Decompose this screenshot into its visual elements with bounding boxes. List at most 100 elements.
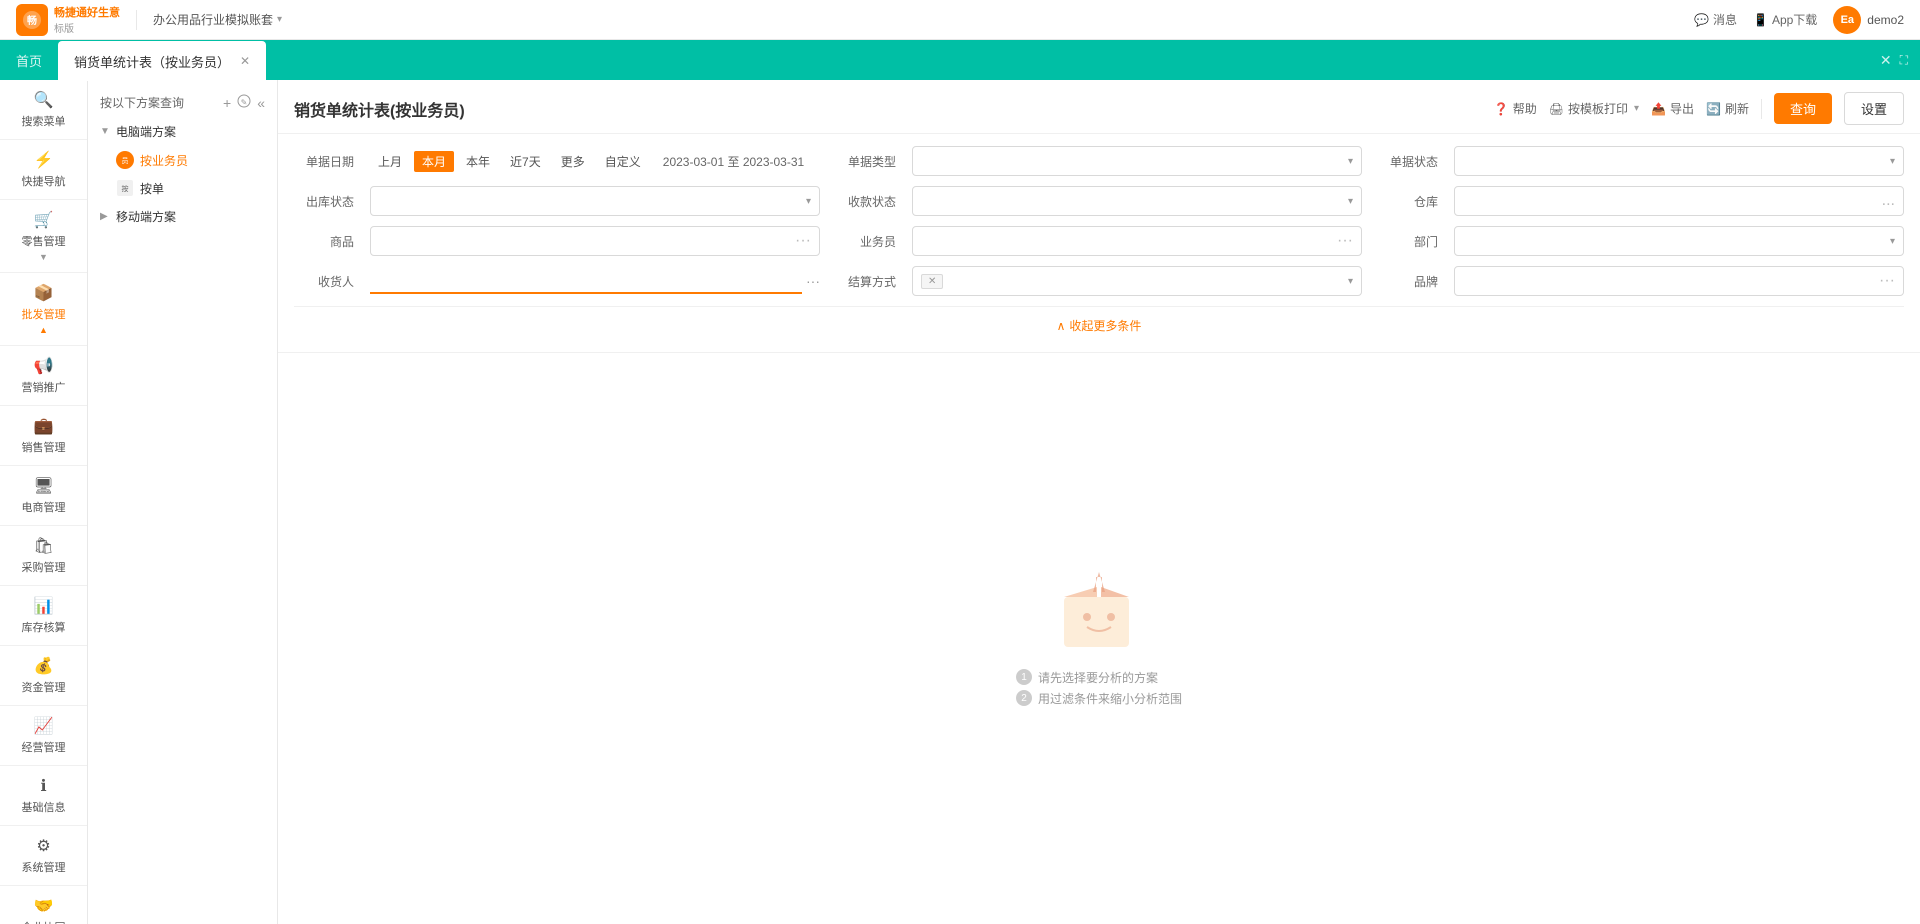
tree-item-mobile[interactable]: ▶ 移动端方案 xyxy=(88,202,277,231)
sidebar-item-search[interactable]: 🔍 搜索菜单 xyxy=(0,80,87,140)
sidebar-item-system[interactable]: ⚙ 系统管理 xyxy=(0,826,87,886)
settlement-select[interactable]: ✕ ▾ xyxy=(912,266,1362,296)
doc-type-filter: ▾ xyxy=(912,146,1362,176)
doc-status-arrow-icon: ▾ xyxy=(1890,156,1895,167)
svg-text:畅: 畅 xyxy=(27,14,37,27)
date-tab-this-year[interactable]: 本年 xyxy=(458,151,498,172)
warehouse-filter: ... xyxy=(1454,186,1904,216)
date-tabs: 上月 本月 本年 近7天 更多 自定义 xyxy=(370,151,649,172)
divider-actions xyxy=(1761,99,1762,119)
logo-text: 畅捷通好生意 标版 xyxy=(54,4,120,35)
out-status-filter: ▾ xyxy=(370,186,820,216)
help-button[interactable]: ❓ 帮助 xyxy=(1494,100,1537,117)
gear-icon: ⚙ xyxy=(36,836,50,856)
sidebar-item-enterprise[interactable]: 🤝 企业协同 xyxy=(0,886,87,924)
date-tab-custom[interactable]: 自定义 xyxy=(597,151,649,172)
settlement-tag-close[interactable]: ✕ xyxy=(928,276,936,287)
settings-button[interactable]: 设置 xyxy=(1844,92,1904,125)
date-tab-more[interactable]: 更多 xyxy=(553,151,593,172)
collapse-button[interactable]: ∧ 收起更多条件 xyxy=(1057,317,1142,334)
export-icon: 📤 xyxy=(1651,102,1666,116)
help-icon: ❓ xyxy=(1494,102,1509,116)
add-scheme-button[interactable]: + xyxy=(223,95,231,111)
goods-select[interactable]: ··· xyxy=(370,226,820,256)
hint-num-1: 1 xyxy=(1016,669,1032,685)
collapse-icon: ∧ xyxy=(1057,319,1066,333)
nav-app-selector[interactable]: 办公用品行业模拟账套 ▾ xyxy=(153,11,282,28)
doc-status-select[interactable]: ▾ xyxy=(1454,146,1904,176)
tab-home[interactable]: 首页 xyxy=(0,40,58,80)
sidebar-item-wholesale[interactable]: 📦 批发管理 ▲ xyxy=(0,273,87,346)
tab-maximize[interactable]: ⛶ xyxy=(1900,53,1908,68)
salesman-filter: ··· xyxy=(912,226,1362,256)
template-print-button[interactable]: 🖨 按模板打印 ▾ xyxy=(1549,100,1639,117)
sidebar-item-quick-nav[interactable]: ⚡ 快捷导航 xyxy=(0,140,87,200)
payment-status-select[interactable]: ▾ xyxy=(912,186,1362,216)
salesman-scheme-icon: 员 xyxy=(116,151,134,169)
sidebar-item-purchase[interactable]: 🛍 采购管理 xyxy=(0,526,87,586)
empty-state: 1 请先选择要分析的方案 2 用过滤条件来缩小分析范围 xyxy=(278,353,1920,924)
hint-num-2: 2 xyxy=(1016,690,1032,706)
tree-item-pc[interactable]: ▼ 电脑端方案 xyxy=(88,117,277,146)
query-button[interactable]: 查询 xyxy=(1774,93,1832,124)
tree-child-by-salesman[interactable]: 员 按业务员 xyxy=(88,146,277,174)
sidebar-item-retail[interactable]: 🛒 零售管理 ▼ xyxy=(0,200,87,273)
collapse-row: ∧ 收起更多条件 xyxy=(294,306,1904,340)
doc-status-filter: ▾ xyxy=(1454,146,1904,176)
doc-type-arrow-icon: ▾ xyxy=(1348,156,1353,167)
handshake-icon: 🤝 xyxy=(34,896,54,916)
app-download-button[interactable]: 📱 App下载 xyxy=(1753,11,1817,28)
megaphone-icon: 📢 xyxy=(34,356,54,376)
logo-icon: 畅 xyxy=(16,4,48,36)
sidebar-item-ecommerce[interactable]: 🖥 电商管理 xyxy=(0,466,87,526)
consignee-input[interactable] xyxy=(370,268,802,294)
svg-text:按: 按 xyxy=(122,184,129,193)
tree-child-by-order[interactable]: 按 按单 xyxy=(88,174,277,202)
avatar: Ea xyxy=(1833,6,1861,34)
goods-filter: ··· xyxy=(370,226,820,256)
sidebar: 🔍 搜索菜单 ⚡ 快捷导航 🛒 零售管理 ▼ 📦 批发管理 ▲ 📢 营销推广 💼… xyxy=(0,80,88,924)
logo-area: 畅 畅捷通好生意 标版 xyxy=(16,4,120,36)
sidebar-item-inventory[interactable]: 📊 库存核算 xyxy=(0,586,87,646)
edit-scheme-button[interactable]: ✎ xyxy=(237,94,251,111)
monitor-icon: 🖥 xyxy=(33,476,53,496)
dept-select[interactable]: ▾ xyxy=(1454,226,1904,256)
consignee-dots[interactable]: ··· xyxy=(806,273,820,289)
print-arrow-icon: ▾ xyxy=(1634,103,1639,114)
empty-hint-2: 2 用过滤条件来缩小分析范围 xyxy=(1016,690,1182,707)
warehouse-select[interactable]: ... xyxy=(1454,186,1904,216)
tab-close-window[interactable]: ✕ xyxy=(1880,52,1892,69)
sidebar-item-sales[interactable]: 💼 销售管理 xyxy=(0,406,87,466)
salesman-dots: ··· xyxy=(1337,232,1353,250)
date-tab-this-month[interactable]: 本月 xyxy=(414,151,454,172)
brand-select[interactable]: ··· xyxy=(1454,266,1904,296)
settlement-filter: ✕ ▾ xyxy=(912,266,1362,296)
tab-sales-stat[interactable]: 销货单统计表（按业务员） ✕ xyxy=(58,41,266,81)
message-button[interactable]: 💬 消息 xyxy=(1694,11,1737,28)
export-button[interactable]: 📤 导出 xyxy=(1651,100,1694,117)
collapse-panel-button[interactable]: « xyxy=(257,95,265,111)
svg-text:员: 员 xyxy=(122,157,129,165)
print-icon: 🖨 xyxy=(1549,102,1564,116)
filter-row-3: 商品 ··· 业务员 ··· 部门 xyxy=(294,226,1904,256)
filter-area: 单据日期 上月 本月 本年 近7天 更多 自定义 2023-03-01 至 20… xyxy=(278,134,1920,353)
message-icon: 💬 xyxy=(1694,13,1709,27)
settlement-arrow-icon: ▾ xyxy=(1348,276,1353,287)
sales-icon: 💼 xyxy=(34,416,54,436)
inventory-icon: 📊 xyxy=(34,596,54,616)
date-tab-7days[interactable]: 近7天 xyxy=(502,151,549,172)
sidebar-item-marketing[interactable]: 📢 营销推广 xyxy=(0,346,87,406)
lightning-icon: ⚡ xyxy=(34,150,54,170)
sidebar-item-operations[interactable]: 📈 经营管理 xyxy=(0,706,87,766)
user-menu[interactable]: Ea demo2 xyxy=(1833,6,1904,34)
date-tab-last-month[interactable]: 上月 xyxy=(370,151,410,172)
filter-row-2: 出库状态 ▾ 收款状态 ▾ 仓库 xyxy=(294,186,1904,216)
brand-filter: ··· xyxy=(1454,266,1904,296)
sidebar-item-basic-info[interactable]: ℹ 基础信息 xyxy=(0,766,87,826)
tab-close-icon[interactable]: ✕ xyxy=(240,54,250,68)
out-status-select[interactable]: ▾ xyxy=(370,186,820,216)
salesman-select[interactable]: ··· xyxy=(912,226,1362,256)
refresh-button[interactable]: 🔄 刷新 xyxy=(1706,100,1749,117)
sidebar-item-finance[interactable]: 💰 资金管理 xyxy=(0,646,87,706)
doc-type-select[interactable]: ▾ xyxy=(912,146,1362,176)
